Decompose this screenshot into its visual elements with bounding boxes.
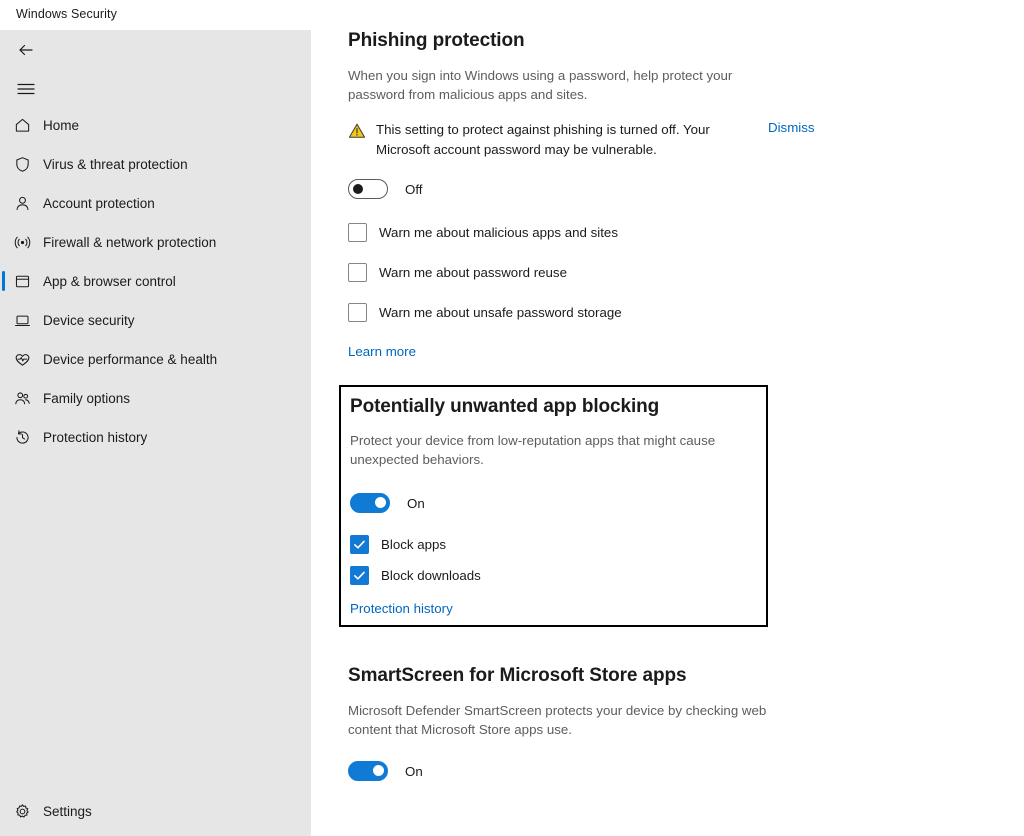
phishing-toggle-label: Off [405,182,423,197]
phishing-protection-toggle[interactable] [348,179,388,199]
sidebar-nav-list: Home Virus & threat protection Account p… [0,106,311,457]
selection-accent-bar [2,193,5,213]
checkbox-row-malicious-apps[interactable]: Warn me about malicious apps and sites [348,223,948,242]
gear-icon [13,802,32,821]
checkbox-row-password-reuse[interactable]: Warn me about password reuse [348,263,948,282]
home-icon [13,116,32,135]
sidebar-item-account-protection[interactable]: Account protection [0,184,311,223]
smartscreen-toggle[interactable] [348,761,388,781]
phishing-warning-text: This setting to protect against phishing… [376,120,756,159]
phishing-protection-section: Phishing protection When you sign into W… [348,30,948,359]
sidebar-item-home[interactable]: Home [0,106,311,145]
pua-description: Protect your device from low-reputation … [350,431,755,469]
hamburger-icon [17,82,35,101]
block-downloads-checkbox[interactable] [350,566,369,585]
sidebar-item-label: Protection history [43,430,147,445]
selection-accent-bar [2,232,5,252]
checkbox-row-unsafe-storage[interactable]: Warn me about unsafe password storage [348,303,948,322]
person-icon [13,194,32,213]
toggle-knob [373,765,384,776]
smartscreen-description: Microsoft Defender SmartScreen protects … [348,701,808,739]
checkbox-row-block-apps[interactable]: Block apps [350,535,760,554]
selection-accent-bar [2,271,5,291]
warn-unsafe-password-storage-checkbox[interactable] [348,303,367,322]
smartscreen-store-apps-section: SmartScreen for Microsoft Store apps Mic… [348,665,948,781]
selection-accent-bar [2,349,5,369]
smartscreen-toggle-label: On [405,764,423,779]
sidebar-item-firewall-network-protection[interactable]: Firewall & network protection [0,223,311,262]
sidebar-item-settings[interactable]: Settings [0,792,311,831]
protection-history-link[interactable]: Protection history [350,601,760,616]
checkbox-label: Warn me about unsafe password storage [379,305,622,320]
pua-card-content: Potentially unwanted app blocking Protec… [350,396,760,616]
phishing-description: When you sign into Windows using a passw… [348,66,778,104]
sidebar-item-protection-history[interactable]: Protection history [0,418,311,457]
pua-title: Potentially unwanted app blocking [350,396,760,418]
selection-accent-bar [2,154,5,174]
checkbox-row-block-downloads[interactable]: Block downloads [350,566,760,585]
warn-malicious-apps-checkbox[interactable] [348,223,367,242]
back-button[interactable] [6,35,46,69]
laptop-icon [13,311,32,330]
selection-accent-bar [2,427,5,447]
toggle-knob [375,497,386,508]
pua-toggle-row: On [350,493,760,513]
block-apps-checkbox[interactable] [350,535,369,554]
sidebar-item-virus-threat-protection[interactable]: Virus & threat protection [0,145,311,184]
pua-toggle-label: On [407,496,425,511]
smartscreen-toggle-row: On [348,761,948,781]
people-icon [13,389,32,408]
back-arrow-icon [16,40,36,65]
sidebar-item-label: Family options [43,391,130,406]
page-title: Phishing protection [348,30,948,52]
warning-triangle-icon [348,122,366,140]
learn-more-link[interactable]: Learn more [348,344,948,359]
selection-accent-bar [2,115,5,135]
phishing-warning-banner: This setting to protect against phishing… [348,120,808,159]
wifi-icon [13,233,32,252]
checkbox-label: Warn me about password reuse [379,265,567,280]
sidebar-item-device-performance-health[interactable]: Device performance & health [0,340,311,379]
sidebar-item-label: Home [43,118,79,133]
hamburger-menu-button[interactable] [6,74,46,108]
sidebar-item-device-security[interactable]: Device security [0,301,311,340]
sidebar-item-label: App & browser control [43,274,176,289]
toggle-knob [353,184,363,194]
title-bar: Windows Security [0,0,1024,30]
selection-accent-bar [2,310,5,330]
window-title: Windows Security [16,7,117,21]
phishing-toggle-row: Off [348,179,948,199]
sidebar-item-label: Account protection [43,196,155,211]
sidebar-item-app-browser-control[interactable]: App & browser control [0,262,311,301]
dismiss-link[interactable]: Dismiss [768,120,815,135]
sidebar-item-label: Firewall & network protection [43,235,216,250]
window-icon [13,272,32,291]
selection-accent-bar [2,388,5,408]
checkbox-label: Warn me about malicious apps and sites [379,225,618,240]
potentially-unwanted-app-blocking-card: Potentially unwanted app blocking Protec… [339,385,768,627]
warn-password-reuse-checkbox[interactable] [348,263,367,282]
main-content: Phishing protection When you sign into W… [311,30,1024,836]
smartscreen-title: SmartScreen for Microsoft Store apps [348,665,948,687]
sidebar-item-label: Settings [43,804,92,819]
shield-icon [13,155,32,174]
heart-pulse-icon [13,350,32,369]
sidebar: Home Virus & threat protection Account p… [0,30,311,836]
sidebar-item-family-options[interactable]: Family options [0,379,311,418]
checkbox-label: Block downloads [381,568,481,583]
checkbox-label: Block apps [381,537,446,552]
history-icon [13,428,32,447]
pua-blocking-toggle[interactable] [350,493,390,513]
sidebar-item-label: Virus & threat protection [43,157,188,172]
sidebar-item-label: Device performance & health [43,352,217,367]
sidebar-item-label: Device security [43,313,135,328]
